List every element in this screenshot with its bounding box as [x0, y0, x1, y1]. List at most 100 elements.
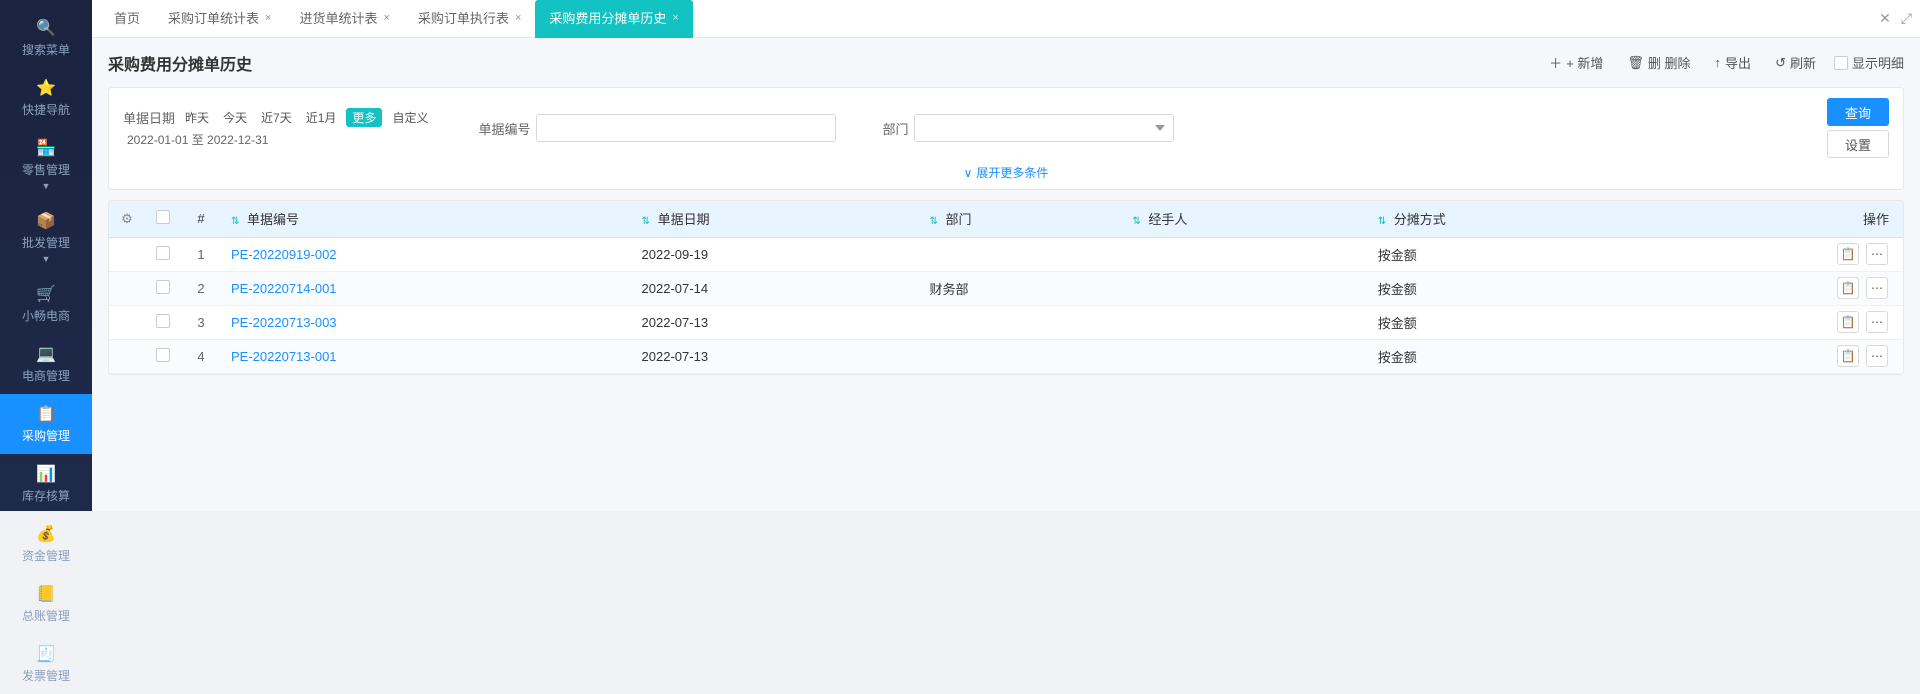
query-button[interactable]: 查询	[1827, 98, 1889, 126]
sidebar-item-ecommerce[interactable]: 💻 电商管理	[0, 334, 92, 394]
sidebar-item-nav[interactable]: ⭐ 快捷导航	[0, 68, 92, 128]
shortcut-custom[interactable]: 自定义	[388, 108, 432, 127]
cell-handler	[1122, 339, 1367, 373]
sort-icon: ⇅	[642, 216, 650, 227]
more-button[interactable]: ⋯	[1866, 311, 1888, 333]
th-split-method[interactable]: ⇅ 分摊方式	[1368, 201, 1656, 237]
chevron-down-icon: ▼	[42, 254, 51, 264]
sidebar-item-ledger[interactable]: 📒 总账管理	[0, 574, 92, 634]
date-shortcuts: 昨天 今天 近7天 近1月 更多 自定义	[181, 108, 432, 127]
tab-purchase-cost-history[interactable]: 采购费用分摊单历史 ×	[535, 0, 692, 38]
table-row: 3 PE-20220713-003 2022-07-13 按金额 📋 ⋯	[109, 305, 1903, 339]
date-range-display: 2022-01-01 至 2022-12-31	[127, 131, 268, 148]
invoice-icon: 🧾	[36, 644, 56, 664]
edit-button[interactable]: 📋	[1837, 311, 1859, 333]
row-checkbox[interactable]	[156, 348, 170, 362]
cell-doc-no: PE-20220919-002	[221, 237, 632, 271]
ecommerce-icon: 💻	[36, 344, 56, 364]
shortcut-today[interactable]: 今天	[219, 108, 251, 127]
cell-checkbox	[145, 339, 181, 373]
more-button[interactable]: ⋯	[1866, 243, 1888, 265]
cell-ops: 📋 ⋯	[1656, 339, 1903, 373]
cell-dept	[919, 237, 1122, 271]
tabs-right-actions: ✕ ⤢	[1879, 10, 1912, 27]
sidebar-item-ecommerce-small[interactable]: 🛒 小畅电商	[0, 274, 92, 334]
shortcut-yesterday[interactable]: 昨天	[181, 108, 213, 127]
refresh-button[interactable]: ↺ 刷新	[1769, 50, 1822, 75]
close-all-tabs-icon[interactable]: ✕	[1879, 10, 1891, 27]
column-settings-icon[interactable]: ⚙	[119, 211, 135, 227]
cell-ops: 📋 ⋯	[1656, 271, 1903, 305]
table-container: ⚙ # ⇅ 单据编号 ⇅ 单据日期	[108, 200, 1904, 375]
shortcut-1month[interactable]: 近1月	[302, 108, 341, 127]
content-area: 采购费用分摊单历史 ＋ + 新增 🗑 删 删除 ↑ 导出 ↺ 刷新	[92, 38, 1920, 511]
th-num: #	[181, 201, 221, 237]
show-columns-toggle[interactable]: 显示明细	[1834, 53, 1904, 72]
tab-stock-stats[interactable]: 进货单统计表 ×	[285, 0, 403, 38]
cell-doc-date: 2022-07-14	[632, 271, 920, 305]
row-checkbox[interactable]	[156, 314, 170, 328]
sidebar-item-finance[interactable]: 💰 资金管理	[0, 514, 92, 574]
tab-close-icon[interactable]: ×	[515, 12, 521, 24]
cell-settings	[109, 305, 145, 339]
page-title: 采购费用分摊单历史	[108, 51, 252, 75]
th-doc-no[interactable]: ⇅ 单据编号	[221, 201, 632, 237]
doc-no-link[interactable]: PE-20220713-001	[231, 349, 337, 364]
sidebar-item-search[interactable]: 🔍 搜索菜单	[0, 8, 92, 68]
sidebar-item-invoice[interactable]: 🧾 发票管理	[0, 634, 92, 694]
tabs-bar: 首页 采购订单统计表 × 进货单统计表 × 采购订单执行表 × 采购费用分摊单历…	[92, 0, 1920, 38]
tab-close-icon[interactable]: ×	[265, 12, 271, 24]
tab-home[interactable]: 首页	[100, 0, 154, 38]
row-checkbox[interactable]	[156, 280, 170, 294]
select-all-checkbox[interactable]	[156, 210, 170, 224]
export-icon: ↑	[1715, 55, 1722, 70]
sidebar-item-wholesale[interactable]: 📦 批发管理 ▼	[0, 201, 92, 274]
cell-handler	[1122, 271, 1367, 305]
doc-number-label: 单据编号	[478, 119, 530, 138]
dept-select[interactable]: 财务部	[914, 114, 1174, 142]
filter-area: 单据日期 昨天 今天 近7天 近1月 更多 自定义 2022-01-01 至 2…	[108, 87, 1904, 190]
cell-doc-date: 2022-07-13	[632, 339, 920, 373]
tab-purchase-exec[interactable]: 采购订单执行表 ×	[404, 0, 535, 38]
more-button[interactable]: ⋯	[1866, 277, 1888, 299]
cell-dept: 财务部	[919, 271, 1122, 305]
doc-no-link[interactable]: PE-20220713-003	[231, 315, 337, 330]
cell-num: 1	[181, 237, 221, 271]
sidebar-item-retail[interactable]: 🏪 零售管理 ▼	[0, 128, 92, 201]
show-columns-checkbox[interactable]	[1834, 56, 1848, 70]
sidebar-item-purchase[interactable]: 📋 采购管理	[0, 394, 92, 454]
edit-button[interactable]: 📋	[1837, 243, 1859, 265]
sort-icon: ⇅	[1378, 216, 1386, 227]
doc-number-input[interactable]	[536, 114, 836, 142]
th-doc-date[interactable]: ⇅ 单据日期	[632, 201, 920, 237]
row-checkbox[interactable]	[156, 246, 170, 260]
date-filter-group: 单据日期 昨天 今天 近7天 近1月 更多 自定义 2022-01-01 至 2…	[123, 108, 432, 148]
edit-button[interactable]: 📋	[1837, 277, 1859, 299]
date-label: 单据日期	[123, 108, 175, 127]
sidebar-item-inventory[interactable]: 📊 库存核算	[0, 454, 92, 514]
setting-button[interactable]: 设置	[1827, 130, 1889, 158]
expand-icon: ∨	[964, 166, 973, 180]
table-row: 1 PE-20220919-002 2022-09-19 按金额 📋 ⋯	[109, 237, 1903, 271]
tab-close-icon[interactable]: ×	[672, 12, 678, 24]
tab-close-icon[interactable]: ×	[383, 12, 389, 24]
th-checkbox	[145, 201, 181, 237]
th-handler[interactable]: ⇅ 经手人	[1122, 201, 1367, 237]
shortcut-7days[interactable]: 近7天	[257, 108, 296, 127]
export-button[interactable]: ↑ 导出	[1709, 50, 1758, 75]
add-button[interactable]: ＋ + 新增	[1543, 50, 1609, 75]
more-button[interactable]: ⋯	[1866, 345, 1888, 367]
cell-doc-no: PE-20220713-001	[221, 339, 632, 373]
doc-no-link[interactable]: PE-20220919-002	[231, 247, 337, 262]
doc-no-link[interactable]: PE-20220714-001	[231, 281, 337, 296]
shortcut-more[interactable]: 更多	[346, 108, 382, 127]
tab-purchase-order-stats[interactable]: 采购订单统计表 ×	[154, 0, 285, 38]
fullscreen-icon[interactable]: ⤢	[1901, 10, 1912, 27]
dept-label: 部门	[882, 119, 908, 138]
delete-button[interactable]: 🗑 删 删除	[1621, 50, 1696, 75]
purchase-icon: 📋	[36, 404, 56, 424]
th-dept[interactable]: ⇅ 部门	[919, 201, 1122, 237]
cell-doc-no: PE-20220714-001	[221, 271, 632, 305]
expand-more-conditions[interactable]: ∨ 展开更多条件	[123, 164, 1889, 181]
edit-button[interactable]: 📋	[1837, 345, 1859, 367]
